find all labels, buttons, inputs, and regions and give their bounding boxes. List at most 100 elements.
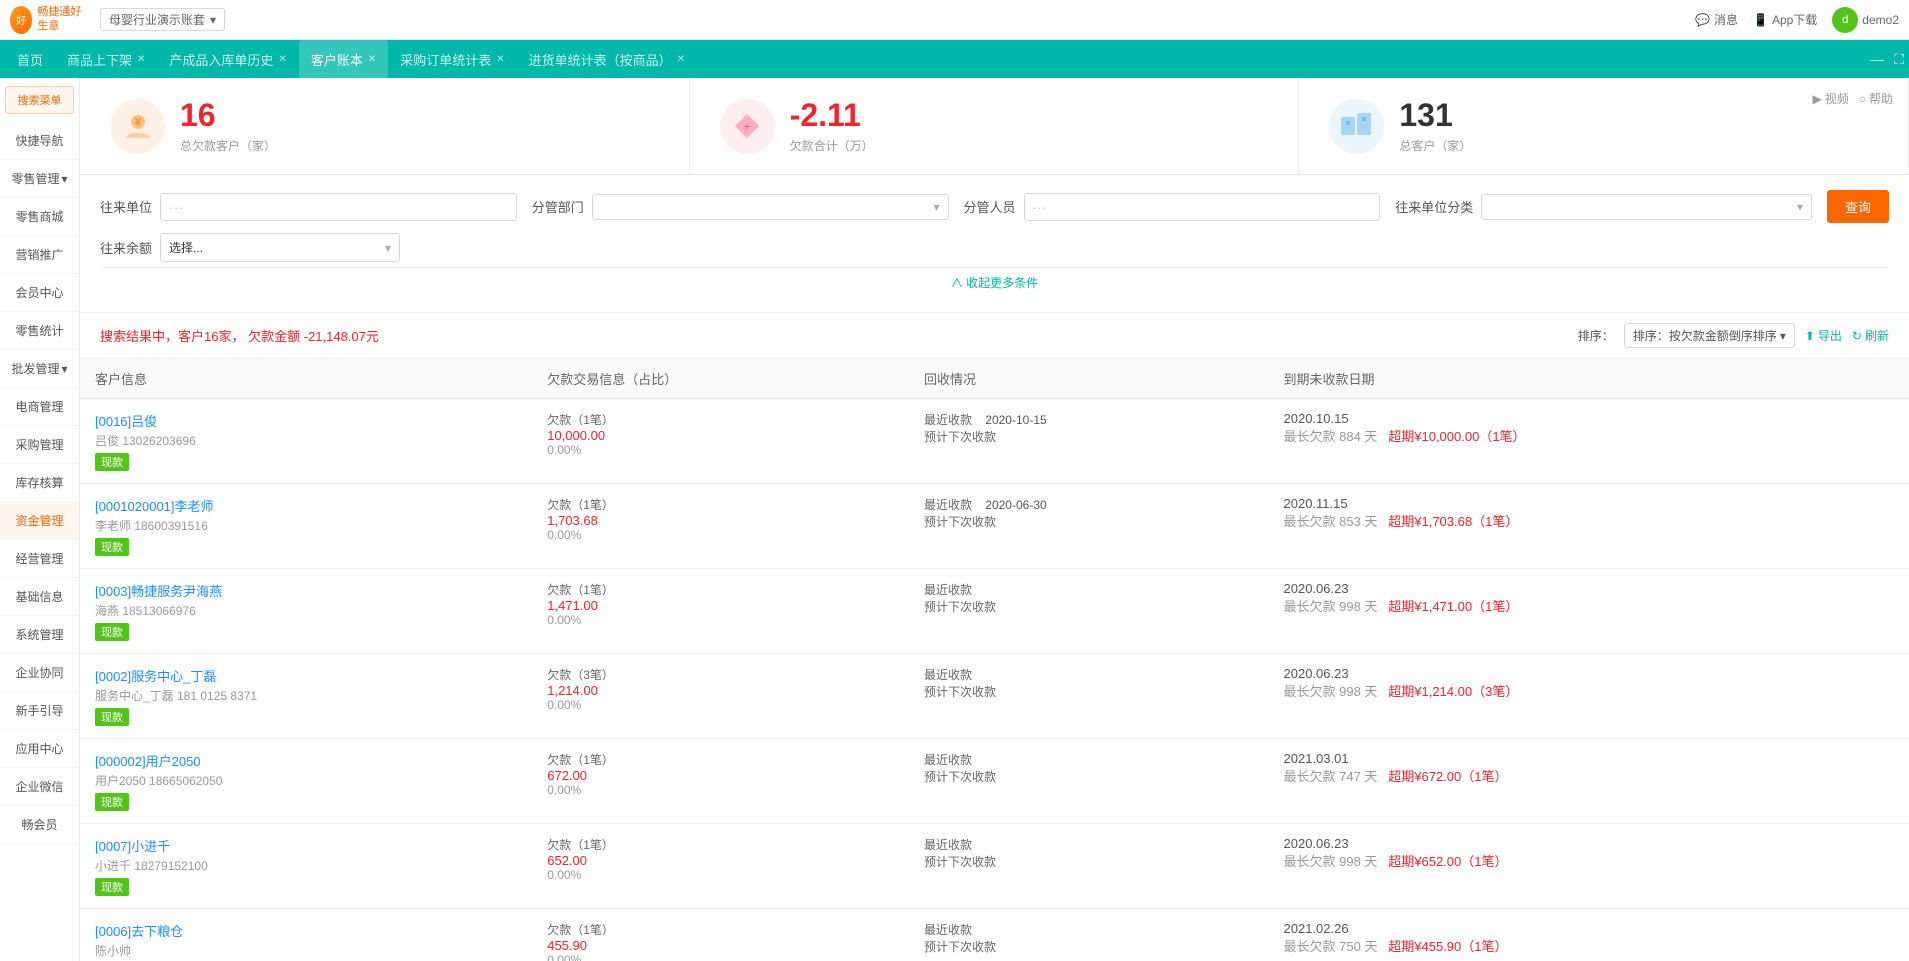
sidebar-item-finance[interactable]: 资金管理 [0,502,79,540]
tab-bar-controls: — ⛶ [1870,51,1904,68]
stat-owed-total-content: -2.11 欠款合计（万） [790,98,874,154]
overdue-link[interactable]: 超期¥1,471.00（1笔） [1388,599,1518,614]
sidebar-item-inventory[interactable]: 库存核算 [0,464,79,502]
table-row: [0016]吕俊 吕俊 13026203696 现款 欠款（1笔） 10,000… [80,399,1909,484]
from-unit-label: 往来单位 [100,197,152,216]
video-btn[interactable]: ▶ 视频 [1813,90,1849,107]
close-icon[interactable]: ✕ [368,54,376,65]
help-icon: ○ [1859,92,1866,106]
refresh-btn[interactable]: ↻ 刷新 [1852,327,1889,344]
app-download-btn[interactable]: 📱 App下载 [1753,11,1817,28]
customer-name-link[interactable]: [0007]小进千 [95,839,170,854]
customer-tag: 现款 [95,793,129,811]
sidebar-item-marketing[interactable]: 营销推广 [0,236,79,274]
demo-selector[interactable]: 母婴行业演示账套 ▾ [100,8,225,31]
customer-name-link[interactable]: [0003]畅捷服务尹海燕 [95,584,222,599]
customer-name-link[interactable]: [0016]吕俊 [95,414,157,429]
sidebar-item-quick-nav[interactable]: 快捷导航 [0,122,79,160]
chevron-down-icon: ▾ [385,241,391,255]
tab-goods[interactable]: 商品上下架 ✕ [55,40,157,78]
search-menu-btn[interactable]: 搜索菜单 [5,86,74,114]
close-icon[interactable]: ✕ [496,54,504,65]
close-icon[interactable]: ✕ [137,54,145,65]
balance-select[interactable]: 选择... ▾ [160,233,400,262]
sort-select[interactable]: 排序：按欠款金额倒序排序 ▾ [1624,323,1795,348]
overdue-days: 最长欠款 747 天 超期¥672.00（1笔） [1284,766,1895,785]
sidebar-item-member[interactable]: 会员中心 [0,274,79,312]
tab-customer-account[interactable]: 客户账本 ✕ [299,40,388,78]
chevron-down-icon: ▾ [61,362,67,376]
from-unit-input[interactable]: ··· [160,193,517,221]
debt-amount: 455.90 [547,938,894,953]
customer-name-link[interactable]: [000002]用户2050 [95,754,201,769]
close-icon[interactable]: ✕ [677,54,685,65]
sidebar-item-corp-collab[interactable]: 企业协同 [0,654,79,692]
tab-purchase-summary[interactable]: 采购订单统计表 ✕ [388,40,516,78]
sidebar-item-app-center[interactable]: 应用中心 [0,730,79,768]
sidebar-item-retail-mgmt[interactable]: 零售管理 ▾ [0,160,79,198]
col-debt-info: 欠款交易信息（占比） [532,359,909,399]
unit-category-label: 往来单位分类 [1395,197,1473,216]
stat-owed-customers: ¥ 16 总欠款客户（家） [80,78,690,174]
table-row: [0006]去下粮仓 陈小帅 现款 欠款（1笔） 455.90 0.00% 最近… [80,909,1909,961]
export-btn[interactable]: ⬆ 导出 [1805,327,1842,344]
next-collect: 预计下次收款 [924,853,1254,870]
stat-actions: ▶ 视频 ○ 帮助 [1813,90,1894,107]
tab-expand-icon[interactable]: ⛶ [1894,51,1904,68]
filter-dept: 分管部门 ▾ [532,194,949,220]
due-date: 2021.03.01 [1284,751,1895,766]
svg-text:+: + [744,121,750,133]
top-right-actions: 💬 消息 📱 App下载 d demo2 [1695,7,1899,33]
customer-name-link[interactable]: [0001020001]李老师 [95,499,214,514]
overdue-link[interactable]: 超期¥1,703.68（1笔） [1388,514,1518,529]
customer-tag: 现款 [95,878,129,896]
next-collect: 预计下次收款 [924,768,1254,785]
overdue-days: 最长欠款 884 天 超期¥10,000.00（1笔） [1284,426,1895,445]
sidebar-item-vip-member[interactable]: 畅会员 [0,806,79,844]
overdue-link[interactable]: 超期¥672.00（1笔） [1388,769,1507,784]
customer-name-link[interactable]: [0002]服务中心_丁磊 [95,669,216,684]
debt-count: 欠款（3笔） [547,666,894,683]
tab-bar: 首页 商品上下架 ✕ 产成品入库单历史 ✕ 客户账本 ✕ 采购订单统计表 ✕ 进… [0,40,1909,78]
tab-minimize-icon[interactable]: — [1870,51,1884,67]
sidebar-item-batch-mgmt[interactable]: 批发管理 ▾ [0,350,79,388]
overdue-days: 最长欠款 998 天 超期¥1,471.00（1笔） [1284,596,1895,615]
sidebar-item-basic-info[interactable]: 基础信息 [0,578,79,616]
sidebar-item-retail-shop[interactable]: 零售商城 [0,198,79,236]
owed-customers-number: 16 [180,98,276,133]
customer-name-link[interactable]: [0006]去下粮仓 [95,924,183,939]
sidebar-item-purchase[interactable]: 采购管理 [0,426,79,464]
user-profile[interactable]: d demo2 [1832,7,1899,33]
last-collect: 最近收款 [924,836,1254,853]
table-row: [0007]小进千 小进千 18279152100 现款 欠款（1笔） 652.… [80,824,1909,909]
tab-home[interactable]: 首页 [5,40,55,78]
result-info: 搜索结果中，客户16家， 欠款金额 -21,148.07元 [100,326,379,345]
close-icon[interactable]: ✕ [278,54,286,65]
next-collect: 预计下次收款 [924,513,1254,530]
sidebar-item-sys-mgmt[interactable]: 系统管理 [0,616,79,654]
unit-category-select[interactable]: ▾ [1481,194,1812,220]
manager-input[interactable]: ··· [1024,193,1381,221]
sidebar-item-biz-mgmt[interactable]: 经营管理 [0,540,79,578]
debt-percent: 0.00% [547,868,894,882]
customer-contact: 李老师 18600391516 [95,517,517,534]
overdue-link[interactable]: 超期¥1,214.00（3笔） [1388,684,1518,699]
sidebar-item-new-guide[interactable]: 新手引导 [0,692,79,730]
help-btn[interactable]: ○ 帮助 [1859,90,1893,107]
debt-count: 欠款（1笔） [547,751,894,768]
sidebar-item-retail-stats[interactable]: 零售统计 [0,312,79,350]
message-btn[interactable]: 💬 消息 [1695,11,1738,28]
query-button[interactable]: 查询 [1827,190,1889,223]
col-due-date: 到期未收款日期 [1269,359,1909,399]
overdue-link[interactable]: 超期¥455.90（1笔） [1388,939,1507,954]
sidebar-item-ecom[interactable]: 电商管理 [0,388,79,426]
tab-product-history[interactable]: 产成品入库单历史 ✕ [157,40,298,78]
stat-owed-customers-content: 16 总欠款客户（家） [180,98,276,154]
collapse-btn[interactable]: ∧ 收起更多条件 [100,267,1889,297]
sidebar-item-corp-wechat[interactable]: 企业微信 [0,768,79,806]
overdue-link[interactable]: 超期¥10,000.00（1笔） [1388,429,1525,444]
manager-label: 分管人员 [964,197,1016,216]
overdue-link[interactable]: 超期¥652.00（1笔） [1388,854,1507,869]
tab-import-stats[interactable]: 进货单统计表（按商品） ✕ [517,40,697,78]
dept-select[interactable]: ▾ [592,194,949,220]
